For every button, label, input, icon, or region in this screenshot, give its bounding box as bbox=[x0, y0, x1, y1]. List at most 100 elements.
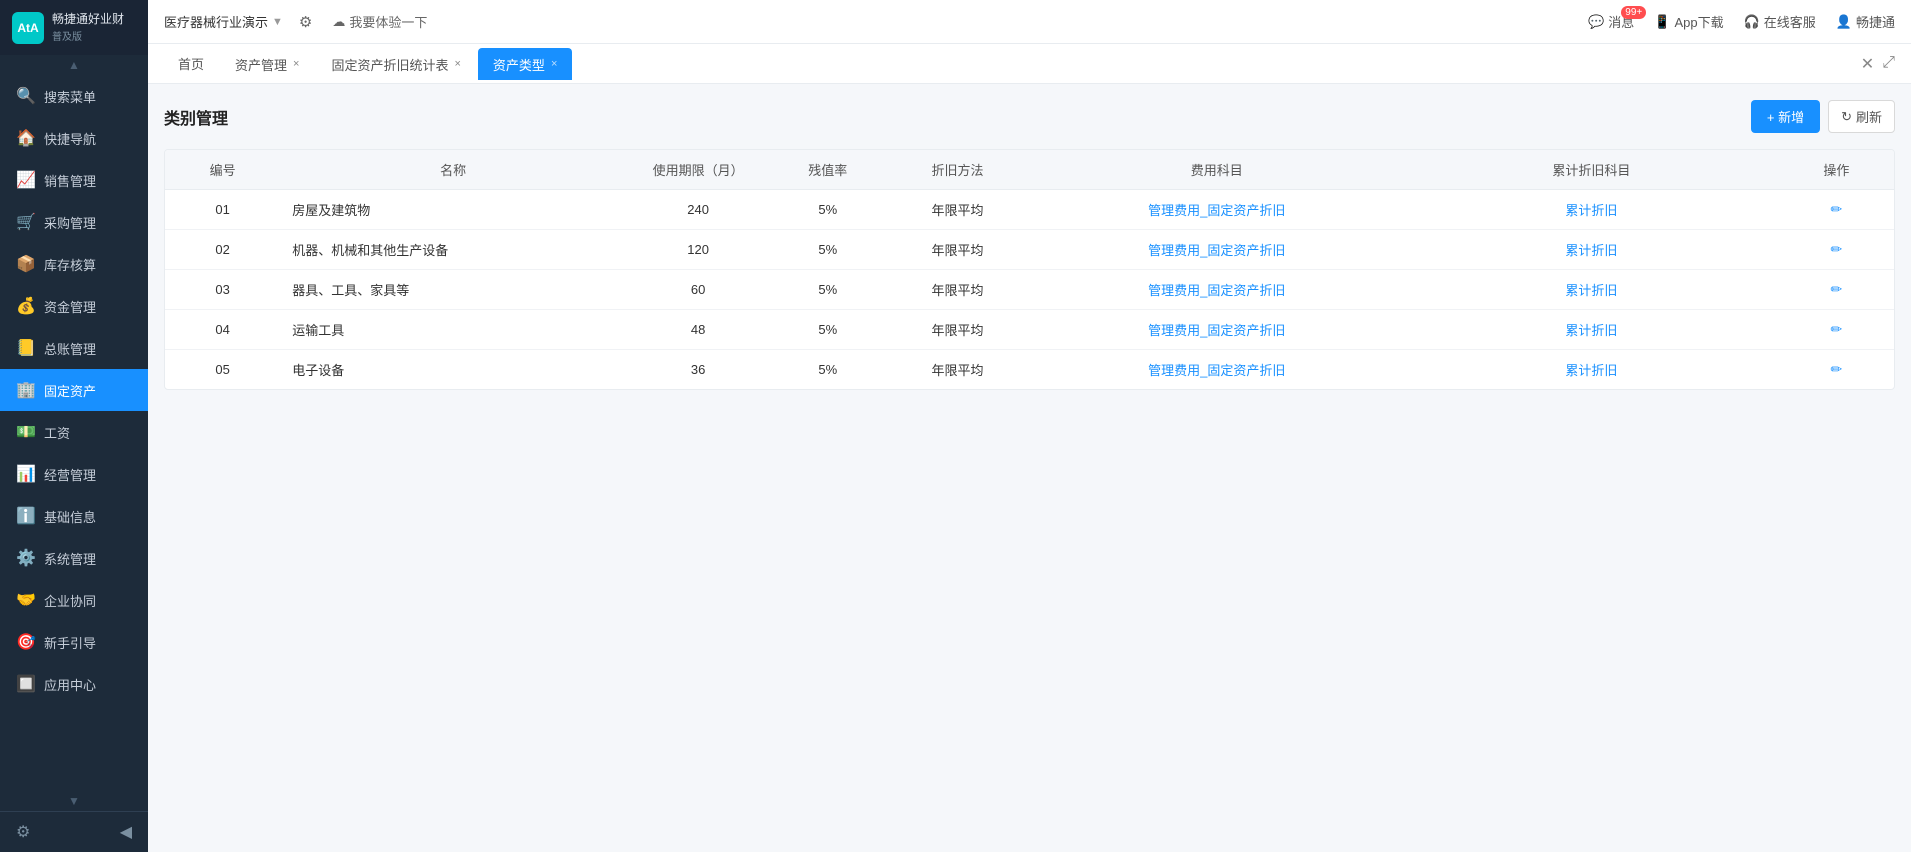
col-header-period: 使用期限（月） bbox=[626, 150, 770, 190]
cell-residual: 5% bbox=[770, 310, 885, 350]
tab-assets-mgmt[interactable]: 资产管理 × bbox=[220, 48, 314, 80]
sidebar-item-fixed-assets[interactable]: 🏢 固定资产 bbox=[0, 369, 148, 411]
edit-button-4[interactable]: ✏ bbox=[1830, 361, 1842, 377]
sidebar-item-label: 快捷导航 bbox=[44, 129, 96, 148]
col-header-accum: 累计折旧科目 bbox=[1404, 150, 1779, 190]
sidebar-item-app-center[interactable]: 🔲 应用中心 bbox=[0, 663, 148, 705]
tab-home[interactable]: 首页 bbox=[164, 48, 218, 79]
messages-button[interactable]: 💬 消息 99+ bbox=[1588, 12, 1634, 31]
sidebar-item-sales[interactable]: 📈 销售管理 bbox=[0, 159, 148, 201]
cell-residual: 5% bbox=[770, 350, 885, 390]
tab-home-label: 首页 bbox=[178, 54, 204, 73]
experience-button[interactable]: ☁ 我要体验一下 bbox=[332, 12, 427, 31]
scroll-up-icon[interactable]: ▲ bbox=[68, 59, 80, 71]
col-header-expense: 费用科目 bbox=[1029, 150, 1404, 190]
sidebar-item-payroll[interactable]: 💵 工资 bbox=[0, 411, 148, 453]
edit-button-3[interactable]: ✏ bbox=[1830, 321, 1842, 337]
sidebar: AtA 畅捷通好业财 普及版 ▲ 🔍 搜索菜单 🏠 快捷导航 📈 销售管理 🛒 … bbox=[0, 0, 148, 852]
cell-op: ✏ bbox=[1779, 350, 1894, 390]
table-body: 01 房屋及建筑物 240 5% 年限平均 管理费用_固定资产折旧 累计折旧 ✏… bbox=[165, 190, 1894, 390]
cell-expense: 管理费用_固定资产折旧 bbox=[1029, 270, 1404, 310]
app-name: 畅捷通好业财 bbox=[52, 12, 124, 28]
scroll-up[interactable]: ▲ bbox=[0, 55, 148, 75]
settings-bottom-icon[interactable]: ⚙ bbox=[16, 822, 30, 842]
cell-code: 01 bbox=[165, 190, 280, 230]
cell-name: 运输工具 bbox=[280, 310, 626, 350]
app-download-button[interactable]: 📱 App下载 bbox=[1654, 12, 1723, 31]
cell-method: 年限平均 bbox=[885, 270, 1029, 310]
sidebar-item-funds[interactable]: 💰 资金管理 bbox=[0, 285, 148, 327]
sidebar-item-label: 工资 bbox=[44, 423, 70, 442]
edit-button-1[interactable]: ✏ bbox=[1830, 241, 1842, 257]
sidebar-item-inventory[interactable]: 📦 库存核算 bbox=[0, 243, 148, 285]
sidebar-item-search[interactable]: 🔍 搜索菜单 bbox=[0, 75, 148, 117]
cell-residual: 5% bbox=[770, 190, 885, 230]
new-button[interactable]: + 新增 bbox=[1751, 100, 1820, 133]
tabs-window-controls: ✕ ⤢ bbox=[1861, 54, 1895, 74]
tab-depreciation-close[interactable]: × bbox=[454, 58, 460, 70]
table-row: 01 房屋及建筑物 240 5% 年限平均 管理费用_固定资产折旧 累计折旧 ✏ bbox=[165, 190, 1894, 230]
refresh-button[interactable]: ↻ 刷新 bbox=[1828, 100, 1895, 133]
tab-asset-type-close[interactable]: × bbox=[551, 58, 557, 70]
sidebar-item-label: 新手引导 bbox=[44, 633, 96, 652]
scroll-down-icon[interactable]: ▼ bbox=[68, 795, 80, 807]
sidebar-item-label: 总账管理 bbox=[44, 339, 96, 358]
sidebar-nav: 🔍 搜索菜单 🏠 快捷导航 📈 销售管理 🛒 采购管理 📦 库存核算 💰 资金管… bbox=[0, 75, 148, 791]
col-header-op: 操作 bbox=[1779, 150, 1894, 190]
cell-method: 年限平均 bbox=[885, 350, 1029, 390]
sidebar-item-label: 系统管理 bbox=[44, 549, 96, 568]
table-row: 05 电子设备 36 5% 年限平均 管理费用_固定资产折旧 累计折旧 ✏ bbox=[165, 350, 1894, 390]
company-selector[interactable]: 医疗器械行业演示 ▼ bbox=[164, 12, 283, 31]
edit-button-0[interactable]: ✏ bbox=[1830, 201, 1842, 217]
header-settings-icon[interactable]: ⚙ bbox=[299, 13, 312, 31]
refresh-icon: ↻ bbox=[1841, 109, 1852, 125]
sidebar-item-general-ledger[interactable]: 📒 总账管理 bbox=[0, 327, 148, 369]
sidebar-item-quick-nav[interactable]: 🏠 快捷导航 bbox=[0, 117, 148, 159]
sales-icon: 📈 bbox=[16, 170, 34, 190]
collapse-sidebar-icon[interactable]: ◀ bbox=[120, 822, 132, 842]
cell-code: 05 bbox=[165, 350, 280, 390]
sidebar-logo: AtA 畅捷通好业财 普及版 bbox=[0, 0, 148, 55]
cell-op: ✏ bbox=[1779, 270, 1894, 310]
user-label: 畅捷通 bbox=[1856, 12, 1895, 31]
user-menu-button[interactable]: 👤 畅捷通 bbox=[1836, 12, 1895, 31]
expand-window-icon[interactable]: ⤢ bbox=[1882, 54, 1895, 74]
tab-asset-type-label: 资产类型 bbox=[493, 55, 545, 74]
cell-code: 04 bbox=[165, 310, 280, 350]
cell-name: 电子设备 bbox=[280, 350, 626, 390]
category-table: 编号 名称 使用期限（月） 残值率 折旧方法 费用科目 累计折旧科目 操作 01… bbox=[165, 150, 1894, 389]
cell-op: ✏ bbox=[1779, 310, 1894, 350]
tab-asset-type[interactable]: 资产类型 × bbox=[478, 48, 572, 80]
home-icon: 🏠 bbox=[16, 128, 34, 148]
edit-button-2[interactable]: ✏ bbox=[1830, 281, 1842, 297]
experience-icon: ☁ bbox=[332, 14, 345, 30]
online-service-button[interactable]: 🎧 在线客服 bbox=[1744, 12, 1816, 31]
sidebar-item-basic-info[interactable]: ℹ️ 基础信息 bbox=[0, 495, 148, 537]
app-download-label: App下载 bbox=[1674, 12, 1723, 31]
sidebar-item-business[interactable]: 📊 经营管理 bbox=[0, 453, 148, 495]
sidebar-item-cooperation[interactable]: 🤝 企业协同 bbox=[0, 579, 148, 621]
scroll-down[interactable]: ▼ bbox=[0, 791, 148, 811]
cooperation-icon: 🤝 bbox=[16, 590, 34, 610]
messages-badge: 99+ bbox=[1621, 6, 1646, 19]
col-header-method: 折旧方法 bbox=[885, 150, 1029, 190]
close-window-icon[interactable]: ✕ bbox=[1861, 54, 1874, 74]
tab-assets-mgmt-close[interactable]: × bbox=[293, 58, 299, 70]
table-row: 03 器具、工具、家具等 60 5% 年限平均 管理费用_固定资产折旧 累计折旧… bbox=[165, 270, 1894, 310]
col-header-residual: 残值率 bbox=[770, 150, 885, 190]
sidebar-item-label: 资金管理 bbox=[44, 297, 96, 316]
tab-depreciation-table[interactable]: 固定资产折旧统计表 × bbox=[316, 48, 475, 80]
sidebar-item-system[interactable]: ⚙️ 系统管理 bbox=[0, 537, 148, 579]
app-version: 普及版 bbox=[52, 28, 124, 43]
sidebar-item-label: 固定资产 bbox=[44, 381, 96, 400]
table-row: 02 机器、机械和其他生产设备 120 5% 年限平均 管理费用_固定资产折旧 … bbox=[165, 230, 1894, 270]
cell-expense: 管理费用_固定资产折旧 bbox=[1029, 190, 1404, 230]
sidebar-item-guide[interactable]: 🎯 新手引导 bbox=[0, 621, 148, 663]
cell-period: 60 bbox=[626, 270, 770, 310]
sidebar-item-purchase[interactable]: 🛒 采购管理 bbox=[0, 201, 148, 243]
sidebar-item-label: 搜索菜单 bbox=[44, 87, 96, 106]
funds-icon: 💰 bbox=[16, 296, 34, 316]
col-header-code: 编号 bbox=[165, 150, 280, 190]
cell-op: ✏ bbox=[1779, 230, 1894, 270]
logo-text-block: 畅捷通好业财 普及版 bbox=[52, 12, 124, 43]
